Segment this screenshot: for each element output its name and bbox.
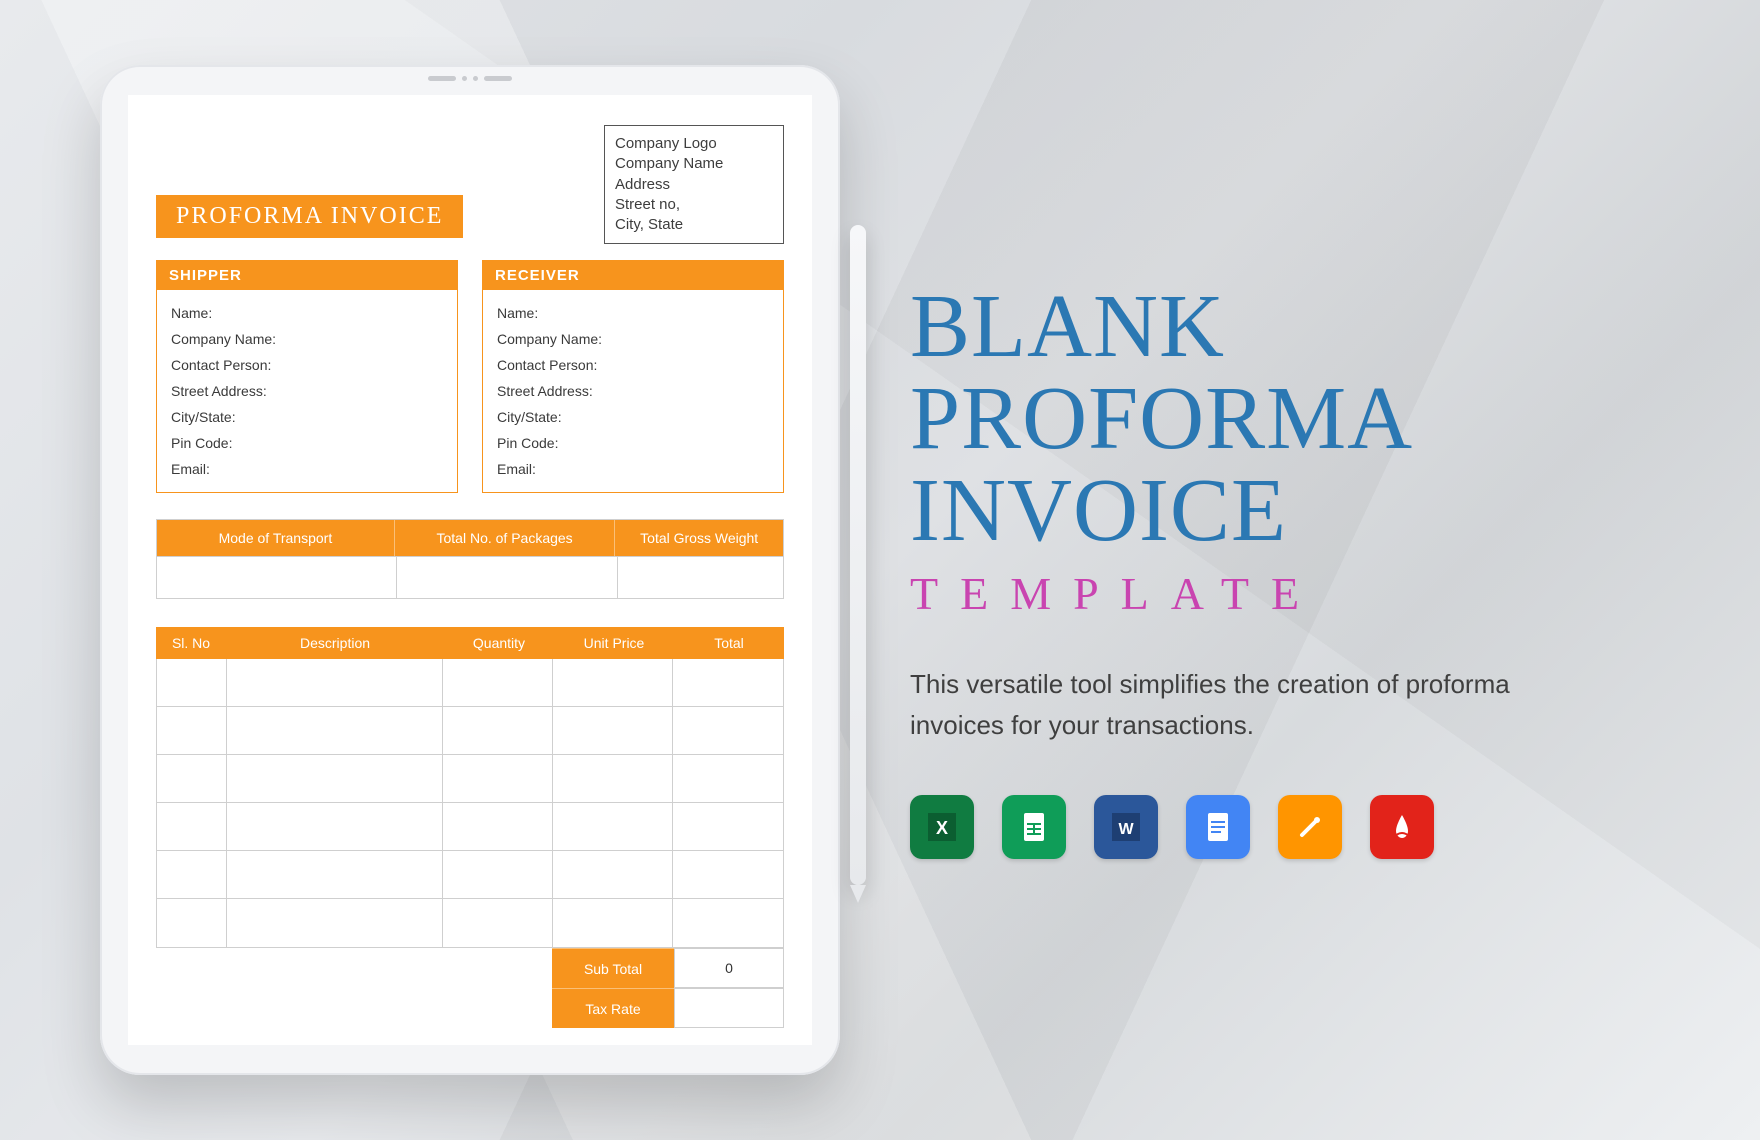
info-cell xyxy=(618,557,783,598)
info-data-row xyxy=(156,557,784,599)
table-row xyxy=(157,851,783,899)
receiver-heading: RECEIVER xyxy=(483,261,783,290)
col-price: Unit Price xyxy=(554,627,674,659)
svg-text:W: W xyxy=(1118,821,1134,838)
col-qty: Quantity xyxy=(444,627,554,659)
logo-line: Street no, xyxy=(615,195,773,215)
invoice-title: PROFORMA INVOICE xyxy=(156,195,463,238)
company-logo-box: Company Logo Company Name Address Street… xyxy=(604,125,784,244)
col-sl: Sl. No xyxy=(156,627,226,659)
shipper-field: Street Address: xyxy=(171,378,443,404)
svg-text:X: X xyxy=(936,818,948,838)
info-header-packages: Total No. of Packages xyxy=(395,520,616,556)
shipper-field: Pin Code: xyxy=(171,430,443,456)
items-body xyxy=(156,659,784,948)
shipper-heading: SHIPPER xyxy=(157,261,457,290)
logo-line: Address xyxy=(615,175,773,195)
subtotal-value: 0 xyxy=(674,948,784,988)
headline-sub: TEMPLATE xyxy=(910,567,1590,620)
headline-line1: BLANK xyxy=(910,281,1590,373)
pages-icon[interactable] xyxy=(1278,795,1342,859)
shipper-field: Company Name: xyxy=(171,326,443,352)
stylus xyxy=(850,225,866,885)
excel-icon[interactable]: X xyxy=(910,795,974,859)
tablet-mockup: Company Logo Company Name Address Street… xyxy=(100,65,840,1075)
logo-line: Company Name xyxy=(615,154,773,174)
receiver-box: RECEIVER Name: Company Name: Contact Per… xyxy=(482,260,784,493)
col-total: Total xyxy=(674,627,784,659)
shipper-field: Email: xyxy=(171,456,443,482)
tax-value xyxy=(674,988,784,1028)
subtotal-label: Sub Total xyxy=(552,948,674,988)
promo-description: This versatile tool simplifies the creat… xyxy=(910,664,1550,747)
items-header: Sl. No Description Quantity Unit Price T… xyxy=(156,627,784,659)
tablet-camera xyxy=(428,76,512,81)
table-row xyxy=(157,755,783,803)
table-row xyxy=(157,707,783,755)
info-header-gross: Total Gross Weight xyxy=(615,520,783,556)
totals-block: Sub Total 0 Tax Rate xyxy=(156,948,784,1028)
col-desc: Description xyxy=(226,627,444,659)
shipper-field: Contact Person: xyxy=(171,352,443,378)
receiver-field: Street Address: xyxy=(497,378,769,404)
logo-line: City, State xyxy=(615,215,773,235)
headline-line3: INVOICE xyxy=(910,465,1590,557)
info-header-transport: Mode of Transport xyxy=(157,520,395,556)
receiver-field: Contact Person: xyxy=(497,352,769,378)
receiver-field: City/State: xyxy=(497,404,769,430)
invoice-document: Company Logo Company Name Address Street… xyxy=(128,95,812,1045)
info-header-row: Mode of Transport Total No. of Packages … xyxy=(156,519,784,557)
table-row xyxy=(157,803,783,851)
logo-line: Company Logo xyxy=(615,134,773,154)
shipper-box: SHIPPER Name: Company Name: Contact Pers… xyxy=(156,260,458,493)
info-cell xyxy=(397,557,618,598)
receiver-field: Email: xyxy=(497,456,769,482)
table-row xyxy=(157,899,783,947)
receiver-field: Name: xyxy=(497,300,769,326)
tax-label: Tax Rate xyxy=(552,988,674,1028)
shipper-field: City/State: xyxy=(171,404,443,430)
promo-panel: BLANK PROFORMA INVOICE TEMPLATE This ver… xyxy=(910,281,1590,859)
table-row xyxy=(157,659,783,707)
docs-icon[interactable] xyxy=(1186,795,1250,859)
headline-line2: PROFORMA xyxy=(910,373,1590,465)
word-icon[interactable]: W xyxy=(1094,795,1158,859)
receiver-field: Pin Code: xyxy=(497,430,769,456)
receiver-field: Company Name: xyxy=(497,326,769,352)
shipper-field: Name: xyxy=(171,300,443,326)
app-icons: X W xyxy=(910,795,1590,859)
pdf-icon[interactable] xyxy=(1370,795,1434,859)
sheets-icon[interactable] xyxy=(1002,795,1066,859)
info-cell xyxy=(157,557,397,598)
